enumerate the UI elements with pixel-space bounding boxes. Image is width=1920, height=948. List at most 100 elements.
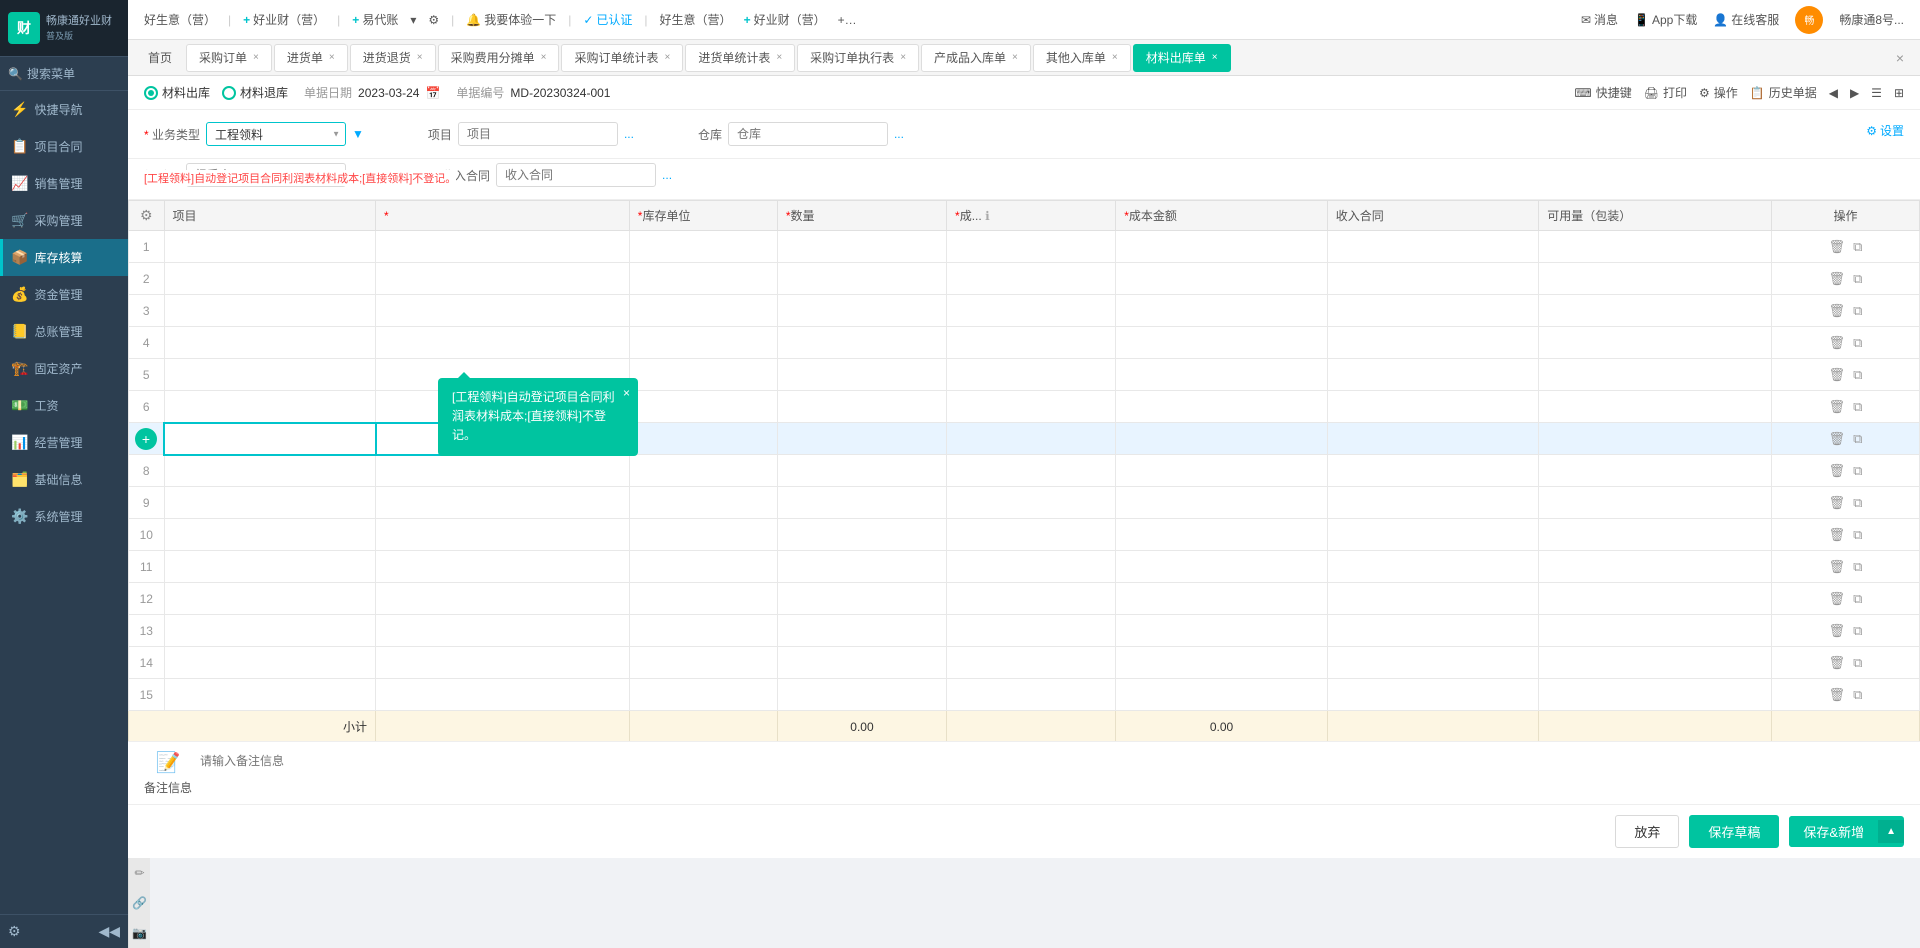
- warehouse-input[interactable]: [728, 122, 888, 146]
- row-2-cost-amt[interactable]: [1116, 263, 1328, 295]
- row-9-cost[interactable]: [947, 487, 1116, 519]
- row-1-cost[interactable]: [947, 231, 1116, 263]
- settings-btn[interactable]: ⚙ 设置: [1866, 122, 1904, 139]
- topbar-message-btn[interactable]: ✉ 消息: [1581, 11, 1618, 28]
- row-9-unit[interactable]: [629, 487, 777, 519]
- row-11-qty[interactable]: [777, 551, 946, 583]
- shortcut-key-btn[interactable]: ⌨ 快捷键: [1574, 84, 1631, 101]
- topbar-trial-btn[interactable]: 🔔 我要体验一下: [466, 11, 556, 28]
- row-8-unit[interactable]: [629, 455, 777, 487]
- row-10-avail[interactable]: [1539, 519, 1772, 551]
- tab-material-outbound-close-icon[interactable]: ×: [1212, 52, 1218, 63]
- row-7-cost[interactable]: [947, 423, 1116, 455]
- history-btn[interactable]: 📋 历史单据: [1750, 84, 1817, 101]
- row-5-contract[interactable]: [1327, 359, 1539, 391]
- row-8-item[interactable]: [164, 455, 376, 487]
- income-contract-input[interactable]: [496, 163, 656, 187]
- row-7-qty[interactable]: [777, 423, 946, 455]
- sidebar-item-salary[interactable]: 💵 工资: [0, 387, 128, 424]
- sidebar-item-system[interactable]: ⚙️ 系统管理: [0, 498, 128, 535]
- tab-purchase-exec-close-icon[interactable]: ×: [900, 52, 906, 63]
- operations-btn[interactable]: ⚙ 操作: [1699, 84, 1738, 101]
- row-14-cost-amt[interactable]: [1116, 647, 1328, 679]
- topbar-item-haoshengyi[interactable]: 好生意（营）: [144, 11, 216, 28]
- row-6-delete-btn[interactable]: 🗑: [1827, 397, 1848, 417]
- right-panel-link-icon[interactable]: 🔗: [132, 892, 147, 914]
- project-ellipsis-icon[interactable]: ...: [624, 127, 634, 141]
- row-15-item[interactable]: [164, 679, 376, 711]
- tab-purchase-order[interactable]: 采购订单 ×: [186, 44, 272, 72]
- sidebar-item-inventory[interactable]: 📦 库存核算: [0, 239, 128, 276]
- row-3-delete-btn[interactable]: 🗑: [1827, 301, 1848, 321]
- topbar-online-service-btn[interactable]: 👤 在线客服: [1713, 11, 1779, 28]
- note-input[interactable]: [200, 750, 1904, 772]
- row-10-qty[interactable]: [777, 519, 946, 551]
- row-5-delete-btn[interactable]: 🗑: [1827, 365, 1848, 385]
- column-settings-icon[interactable]: ⚙: [140, 207, 153, 223]
- radio-material-out[interactable]: 材料出库: [144, 84, 210, 101]
- tab-purchase-expense-close-icon[interactable]: ×: [541, 52, 547, 63]
- row-13-cost[interactable]: [947, 615, 1116, 647]
- th-settings[interactable]: ⚙: [129, 201, 165, 231]
- row-9-contract[interactable]: [1327, 487, 1539, 519]
- sidebar-item-basic[interactable]: 🗂️ 基础信息: [0, 461, 128, 498]
- row-2-delete-btn[interactable]: 🗑: [1827, 269, 1848, 289]
- row-1-copy-btn[interactable]: ⧉: [1851, 237, 1864, 257]
- row-7-item[interactable]: [164, 423, 376, 455]
- row-1-contract[interactable]: [1327, 231, 1539, 263]
- row-5-qty[interactable]: [777, 359, 946, 391]
- tab-incoming[interactable]: 进货单 ×: [274, 44, 348, 72]
- row-1-material[interactable]: [376, 231, 630, 263]
- row-5-item[interactable]: [164, 359, 376, 391]
- row-6-qty[interactable]: [777, 391, 946, 423]
- row-1-item[interactable]: [164, 231, 376, 263]
- topbar-app-download-btn[interactable]: 📱 App下载: [1634, 11, 1697, 28]
- tab-incoming-stats[interactable]: 进货单统计表 ×: [685, 44, 795, 72]
- row-10-item[interactable]: [164, 519, 376, 551]
- tab-purchase-order-stats-close-icon[interactable]: ×: [664, 52, 670, 63]
- row-5-copy-btn[interactable]: ⧉: [1851, 365, 1864, 385]
- row-14-copy-btn[interactable]: ⧉: [1851, 653, 1864, 673]
- row-9-delete-btn[interactable]: 🗑: [1827, 493, 1848, 513]
- right-panel-camera-icon[interactable]: 📷: [132, 922, 147, 944]
- row-11-avail[interactable]: [1539, 551, 1772, 583]
- row-15-material[interactable]: [376, 679, 630, 711]
- row-3-cost[interactable]: [947, 295, 1116, 327]
- tooltip-close-btn[interactable]: ×: [623, 384, 630, 403]
- tab-other-inbound[interactable]: 其他入库单 ×: [1033, 44, 1131, 72]
- tab-finished-goods[interactable]: 产成品入库单 ×: [921, 44, 1031, 72]
- row-10-contract[interactable]: [1327, 519, 1539, 551]
- row-11-cost[interactable]: [947, 551, 1116, 583]
- sidebar-item-finance[interactable]: 💰 资金管理: [0, 276, 128, 313]
- row-2-avail[interactable]: [1539, 263, 1772, 295]
- row-8-contract[interactable]: [1327, 455, 1539, 487]
- row-2-item[interactable]: [164, 263, 376, 295]
- row-14-qty[interactable]: [777, 647, 946, 679]
- user-avatar[interactable]: 畅: [1795, 6, 1823, 34]
- tab-incoming-close-icon[interactable]: ×: [329, 52, 335, 63]
- row-13-unit[interactable]: [629, 615, 777, 647]
- row-12-item[interactable]: [164, 583, 376, 615]
- row-4-item[interactable]: [164, 327, 376, 359]
- row-3-cost-amt[interactable]: [1116, 295, 1328, 327]
- row-8-qty[interactable]: [777, 455, 946, 487]
- row-6-cost[interactable]: [947, 391, 1116, 423]
- topbar-item-yidaizhang[interactable]: + 易代账: [352, 11, 398, 28]
- tab-close-all-btn[interactable]: ×: [1888, 50, 1912, 66]
- row-13-avail[interactable]: [1539, 615, 1772, 647]
- radio-material-return[interactable]: 材料退库: [222, 84, 288, 101]
- row-13-delete-btn[interactable]: 🗑: [1827, 621, 1848, 641]
- row-10-copy-btn[interactable]: ⧉: [1851, 525, 1864, 545]
- warehouse-ellipsis-icon[interactable]: ...: [894, 127, 904, 141]
- tab-purchase-order-stats[interactable]: 采购订单统计表 ×: [561, 44, 683, 72]
- row-4-material[interactable]: [376, 327, 630, 359]
- income-contract-ellipsis-icon[interactable]: ...: [662, 168, 672, 182]
- project-input[interactable]: [458, 122, 618, 146]
- tab-return[interactable]: 进货退货 ×: [350, 44, 436, 72]
- row-7-cost-amt[interactable]: [1116, 423, 1328, 455]
- row-3-copy-btn[interactable]: ⧉: [1851, 301, 1864, 321]
- th-cost-info-icon[interactable]: ℹ: [985, 209, 990, 223]
- row-6-item[interactable]: [164, 391, 376, 423]
- row-7-unit[interactable]: [629, 423, 777, 455]
- topbar-settings-btn[interactable]: ⚙: [428, 13, 439, 27]
